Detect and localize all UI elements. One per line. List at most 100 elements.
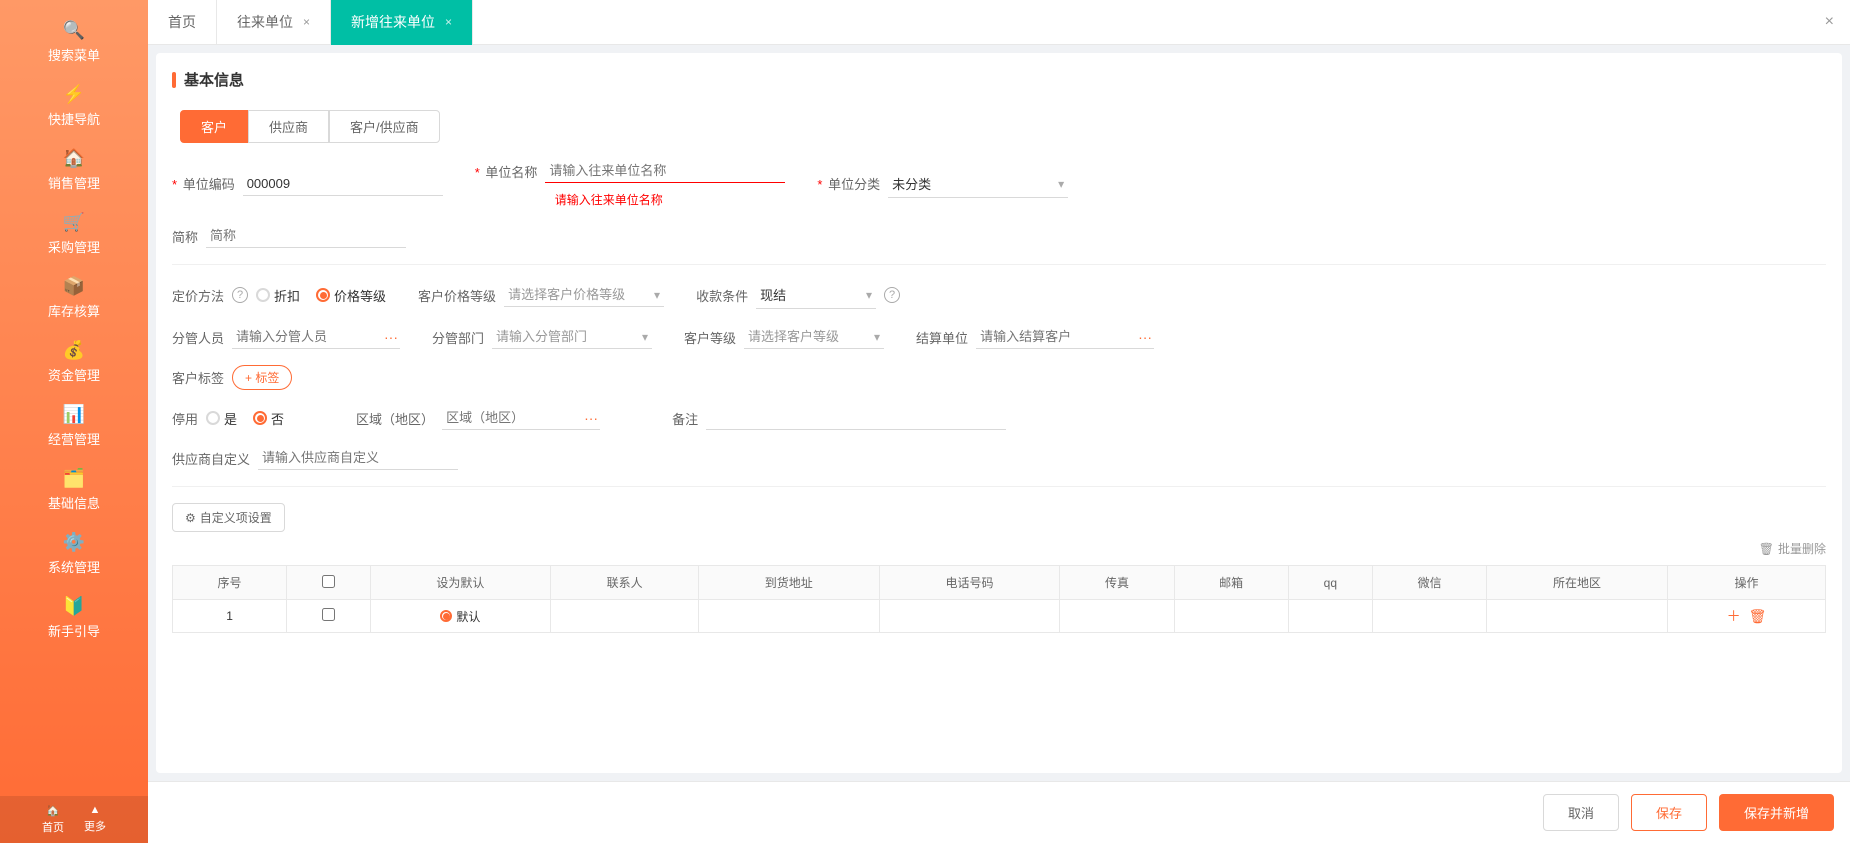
tab-partner[interactable]: 往来单位 ×	[217, 0, 331, 45]
manager-more-icon[interactable]: ···	[382, 329, 400, 345]
col-fax: 传真	[1060, 566, 1174, 600]
guide-icon: 🔰	[63, 596, 85, 617]
pricing-price-level-option[interactable]: 价格等级	[316, 286, 386, 305]
content-area: 基本信息 客户 供应商 客户/供应商 * 单位编码	[156, 53, 1842, 773]
payment-help-icon[interactable]: ?	[884, 287, 900, 303]
inventory-icon: 📦	[63, 276, 85, 297]
customer-level-select[interactable]: 请选择客户等级	[744, 325, 884, 349]
col-contact: 联系人	[551, 566, 698, 600]
pricing-row: 定价方法 ? 折扣 价格等级 客户价格等级	[172, 281, 1826, 309]
sidebar-bottom-more[interactable]: ▲ 更多	[84, 804, 106, 835]
main-area: 首页 往来单位 × 新增往来单位 × × 基本信息 客户 供应商 客户/供	[148, 0, 1850, 843]
tab-new-partner[interactable]: 新增往来单位 ×	[331, 0, 473, 45]
supplier-custom-input[interactable]	[258, 446, 458, 470]
sidebar-item-quick-nav[interactable]: ⚡ 快捷导航	[0, 74, 148, 138]
pricing-help-icon[interactable]: ?	[232, 287, 248, 303]
default-radio[interactable]	[440, 610, 452, 622]
dept-select[interactable]: 请输入分管部门	[492, 325, 652, 349]
unit-category-group: * 单位分类 未分类 ▾	[817, 170, 1068, 198]
purchase-icon: 🛒	[63, 212, 85, 233]
sidebar-item-guide[interactable]: 🔰 新手引导	[0, 586, 148, 650]
customer-price-group: 客户价格等级 请选择客户价格等级 ▾	[418, 283, 664, 307]
remark-input[interactable]	[706, 406, 1006, 430]
alias-label: 简称	[172, 227, 198, 246]
col-checkbox	[287, 566, 370, 600]
sidebar-item-inventory[interactable]: 📦 库存核算	[0, 266, 148, 330]
sidebar-item-sales[interactable]: 🏠 销售管理	[0, 138, 148, 202]
col-address: 到货地址	[698, 566, 879, 600]
disabled-yes-radio[interactable]	[206, 411, 220, 425]
customer-tag-label: 客户标签	[172, 368, 224, 387]
title-bar-decoration	[172, 72, 176, 88]
sidebar-item-operations[interactable]: 📊 经营管理	[0, 394, 148, 458]
unit-category-value[interactable]: 未分类	[888, 170, 1068, 198]
unit-type-customer[interactable]: 客户	[180, 110, 248, 143]
row-check[interactable]	[322, 608, 335, 621]
unit-code-input[interactable]	[243, 172, 443, 196]
supplier-custom-group: 供应商自定义	[172, 446, 458, 470]
operations-icon: 📊	[63, 404, 85, 425]
sidebar-item-system[interactable]: ⚙️ 系统管理	[0, 522, 148, 586]
delete-row-icon[interactable]: 🗑	[1749, 608, 1767, 625]
payment-terms-select-wrapper: 现结 ▾	[756, 281, 876, 309]
cancel-button[interactable]: 取消	[1543, 794, 1619, 831]
row-address	[698, 600, 879, 633]
pricing-method-group: 定价方法 ? 折扣 价格等级	[172, 286, 386, 305]
sales-icon: 🏠	[63, 148, 85, 169]
pricing-discount-option[interactable]: 折扣	[256, 286, 300, 305]
disabled-yes-option[interactable]: 是	[206, 409, 237, 428]
sidebar-bottom-home[interactable]: 🏠 首页	[42, 804, 64, 835]
unit-code-label: * 单位编码	[172, 174, 235, 193]
sidebar-item-purchase[interactable]: 🛒 采购管理	[0, 202, 148, 266]
row-phone	[879, 600, 1060, 633]
batch-delete-area: 🗑 批量删除	[172, 540, 1826, 557]
add-tag-button[interactable]: + 标签	[232, 365, 292, 390]
add-row-icon[interactable]: ＋	[1727, 606, 1741, 626]
save-new-button[interactable]: 保存并新增	[1719, 794, 1834, 831]
sidebar-item-finance[interactable]: 💰 资金管理	[0, 330, 148, 394]
disabled-group: 停用 是 否	[172, 409, 284, 428]
alias-input[interactable]	[206, 224, 406, 248]
save-button[interactable]: 保存	[1631, 794, 1707, 831]
region-more-icon[interactable]: ···	[582, 410, 600, 426]
sidebar-item-basic[interactable]: 🗂️ 基础信息	[0, 458, 148, 522]
region-input-wrapper: ···	[442, 406, 600, 430]
close-main-button[interactable]: ×	[1825, 13, 1834, 31]
close-partner-tab[interactable]: ×	[303, 15, 310, 29]
pricing-price-level-radio[interactable]	[316, 288, 330, 302]
disabled-region-remark-row: 停用 是 否 区域（地区） ···	[172, 406, 1826, 430]
batch-delete-label[interactable]: 批量删除	[1778, 540, 1826, 557]
tab-home[interactable]: 首页	[148, 0, 217, 45]
disabled-no-radio[interactable]	[253, 411, 267, 425]
col-phone: 电话号码	[879, 566, 1060, 600]
payment-terms-value[interactable]: 现结	[756, 281, 876, 309]
region-input[interactable]	[442, 406, 582, 429]
row-actions: ＋ 🗑	[1667, 600, 1825, 633]
customer-price-select[interactable]: 请选择客户价格等级	[504, 283, 664, 307]
pricing-radio-group: 折扣 价格等级	[256, 286, 386, 305]
row-region	[1487, 600, 1668, 633]
select-all-checkbox[interactable]	[322, 575, 335, 588]
row-action-group: ＋ 🗑	[1676, 606, 1817, 626]
settlement-more-icon[interactable]: ···	[1136, 329, 1154, 345]
sidebar-item-search[interactable]: 🔍 搜索菜单	[0, 10, 148, 74]
finance-icon: 💰	[63, 340, 85, 361]
quick-nav-icon: ⚡	[63, 84, 85, 105]
customer-level-label: 客户等级	[684, 328, 736, 347]
manager-input[interactable]	[232, 325, 382, 348]
unit-name-input[interactable]	[545, 159, 785, 183]
disabled-label: 停用	[172, 409, 198, 428]
disabled-no-option[interactable]: 否	[253, 409, 284, 428]
pricing-discount-radio[interactable]	[256, 288, 270, 302]
settlement-input[interactable]	[976, 325, 1136, 348]
close-new-partner-tab[interactable]: ×	[445, 15, 452, 29]
row-wechat	[1373, 600, 1487, 633]
unit-type-supplier[interactable]: 供应商	[248, 110, 329, 143]
sidebar-bottom: 🏠 首页 ▲ 更多	[0, 796, 148, 843]
alias-group: 简称	[172, 224, 406, 248]
custom-setting-button[interactable]: ⚙ 自定义项设置	[172, 503, 285, 532]
unit-type-both[interactable]: 客户/供应商	[329, 110, 440, 143]
gear-icon: ⚙	[185, 511, 196, 525]
customer-level-group: 客户等级 请选择客户等级 ▾	[684, 325, 884, 349]
custom-setting-row: ⚙ 自定义项设置	[172, 503, 1826, 532]
